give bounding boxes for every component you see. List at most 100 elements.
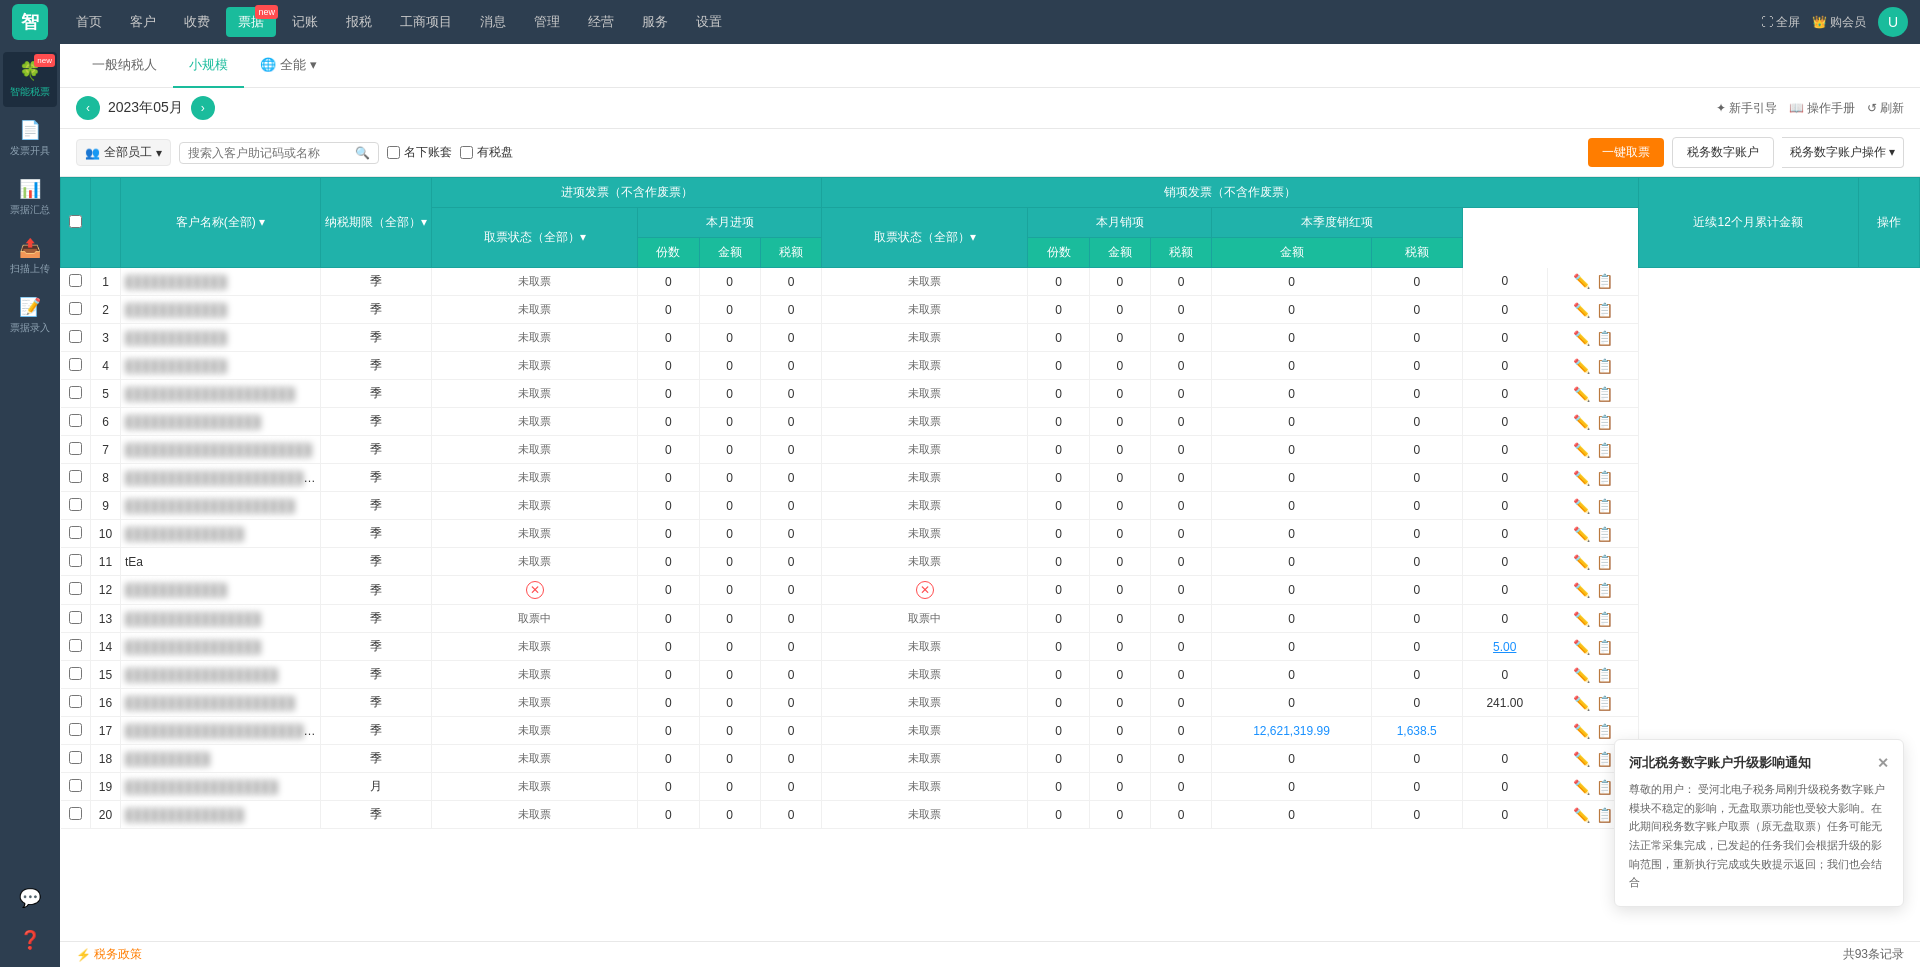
nav-ticket[interactable]: 票据 new [226, 7, 276, 37]
copy-icon[interactable]: 📋 [1596, 695, 1613, 711]
client-name[interactable]: ████████████████████ [121, 492, 321, 520]
row-checkbox[interactable] [69, 358, 82, 371]
tax-account-dropdown-btn[interactable]: 税务数字账户操作 ▾ [1782, 137, 1904, 168]
avatar[interactable]: U [1878, 7, 1908, 37]
client-name[interactable]: ████████████████████████████ [121, 717, 321, 745]
sidebar-item-invoice-open[interactable]: 📄 发票开具 [3, 111, 57, 166]
row-checkbox[interactable] [69, 274, 82, 287]
tab-general-taxpayer[interactable]: 一般纳税人 [76, 44, 173, 88]
tax-policy-btn[interactable]: ⚡ 税务政策 [76, 946, 142, 963]
tab-all[interactable]: 🌐 全能 ▾ [244, 44, 333, 88]
search-input[interactable] [188, 146, 351, 160]
sidebar-item-chat[interactable]: 💬 [3, 879, 57, 917]
sidebar-item-ticket-entry[interactable]: 📝 票据录入 [3, 288, 57, 343]
member-btn[interactable]: 👑 购会员 [1812, 14, 1866, 31]
client-name[interactable]: ████████████████ [121, 605, 321, 633]
nav-business[interactable]: 工商项目 [388, 7, 464, 37]
client-name[interactable]: ██████████ [121, 745, 321, 773]
copy-icon[interactable]: 📋 [1596, 751, 1613, 767]
row-checkbox[interactable] [69, 779, 82, 792]
edit-icon[interactable]: ✏️ [1573, 273, 1590, 289]
checkbox-account-input[interactable] [387, 146, 400, 159]
row-checkbox[interactable] [69, 751, 82, 764]
copy-icon[interactable]: 📋 [1596, 807, 1613, 823]
edit-icon[interactable]: ✏️ [1573, 554, 1590, 570]
tax-account-btn[interactable]: 税务数字账户 [1672, 137, 1774, 168]
row-checkbox[interactable] [69, 498, 82, 511]
copy-icon[interactable]: 📋 [1596, 414, 1613, 430]
edit-icon[interactable]: ✏️ [1573, 442, 1590, 458]
sidebar-item-help[interactable]: ❓ [3, 921, 57, 959]
client-name[interactable]: ██████████████████ [121, 773, 321, 801]
row-checkbox[interactable] [69, 470, 82, 483]
row-checkbox[interactable] [69, 526, 82, 539]
copy-icon[interactable]: 📋 [1596, 611, 1613, 627]
client-name[interactable]: ████████████████████ [121, 689, 321, 717]
checkbox-taxdisk[interactable]: 有税盘 [460, 144, 513, 161]
edit-icon[interactable]: ✏️ [1573, 526, 1590, 542]
client-name[interactable]: ██████████████ [121, 801, 321, 829]
operation-manual-btn[interactable]: 📖 操作手册 [1789, 100, 1855, 117]
tab-small-scale[interactable]: 小规模 [173, 44, 244, 88]
copy-icon[interactable]: 📋 [1596, 526, 1613, 542]
th-period[interactable]: 纳税期限（全部）▾ [321, 178, 432, 268]
client-name[interactable]: ████████████ [121, 296, 321, 324]
edit-icon[interactable]: ✏️ [1573, 582, 1590, 598]
copy-icon[interactable]: 📋 [1596, 386, 1613, 402]
nav-fee[interactable]: 收费 [172, 7, 222, 37]
nav-tax[interactable]: 报税 [334, 7, 384, 37]
copy-icon[interactable]: 📋 [1596, 442, 1613, 458]
row-checkbox[interactable] [69, 639, 82, 652]
client-name[interactable]: ████████████ [121, 352, 321, 380]
row-checkbox[interactable] [69, 723, 82, 736]
nav-bookkeeping[interactable]: 记账 [280, 7, 330, 37]
edit-icon[interactable]: ✏️ [1573, 302, 1590, 318]
client-name[interactable]: ████████████████████ [121, 380, 321, 408]
client-name[interactable]: ████████████████ [121, 633, 321, 661]
nav-operation[interactable]: 经营 [576, 7, 626, 37]
copy-icon[interactable]: 📋 [1596, 330, 1613, 346]
client-name[interactable]: ████████████████ [121, 408, 321, 436]
refresh-btn[interactable]: ↺ 刷新 [1867, 100, 1904, 117]
client-name[interactable]: ████████████ [121, 324, 321, 352]
copy-icon[interactable]: 📋 [1596, 779, 1613, 795]
employee-select[interactable]: 👥 全部员工 ▾ [76, 139, 171, 166]
copy-icon[interactable]: 📋 [1596, 554, 1613, 570]
nav-settings[interactable]: 设置 [684, 7, 734, 37]
th-input-status[interactable]: 取票状态（全部）▾ [432, 208, 638, 268]
row-checkbox[interactable] [69, 554, 82, 567]
edit-icon[interactable]: ✏️ [1573, 751, 1590, 767]
fullscreen-btn[interactable]: ⛶ 全屏 [1761, 14, 1800, 31]
row-checkbox[interactable] [69, 386, 82, 399]
row-checkbox[interactable] [69, 302, 82, 315]
row-checkbox[interactable] [69, 611, 82, 624]
copy-icon[interactable]: 📋 [1596, 639, 1613, 655]
popup-close-btn[interactable]: ✕ [1877, 755, 1889, 771]
nav-customer[interactable]: 客户 [118, 7, 168, 37]
period-prev-btn[interactable]: ‹ [76, 96, 100, 120]
copy-icon[interactable]: 📋 [1596, 667, 1613, 683]
checkbox-taxdisk-input[interactable] [460, 146, 473, 159]
edit-icon[interactable]: ✏️ [1573, 386, 1590, 402]
nav-message[interactable]: 消息 [468, 7, 518, 37]
row-checkbox[interactable] [69, 582, 82, 595]
app-logo[interactable]: 智 [12, 4, 48, 40]
edit-icon[interactable]: ✏️ [1573, 723, 1590, 739]
edit-icon[interactable]: ✏️ [1573, 779, 1590, 795]
client-name[interactable]: ██████████████ [121, 520, 321, 548]
client-name[interactable]: ████████████████████████ [121, 464, 321, 492]
new-user-guide-btn[interactable]: ✦ 新手引导 [1716, 100, 1777, 117]
period-next-btn[interactable]: › [191, 96, 215, 120]
row-checkbox[interactable] [69, 414, 82, 427]
one-click-ticket-btn[interactable]: 一键取票 [1588, 138, 1664, 167]
sidebar-item-scan-upload[interactable]: 📤 扫描上传 [3, 229, 57, 284]
copy-icon[interactable]: 📋 [1596, 723, 1613, 739]
client-name[interactable]: ██████████████████ [121, 661, 321, 689]
client-name[interactable]: ████████████ [121, 576, 321, 605]
row-checkbox[interactable] [69, 667, 82, 680]
client-name[interactable]: ████████████ [121, 268, 321, 296]
edit-icon[interactable]: ✏️ [1573, 667, 1590, 683]
edit-icon[interactable]: ✏️ [1573, 639, 1590, 655]
edit-icon[interactable]: ✏️ [1573, 470, 1590, 486]
checkbox-account[interactable]: 名下账套 [387, 144, 452, 161]
